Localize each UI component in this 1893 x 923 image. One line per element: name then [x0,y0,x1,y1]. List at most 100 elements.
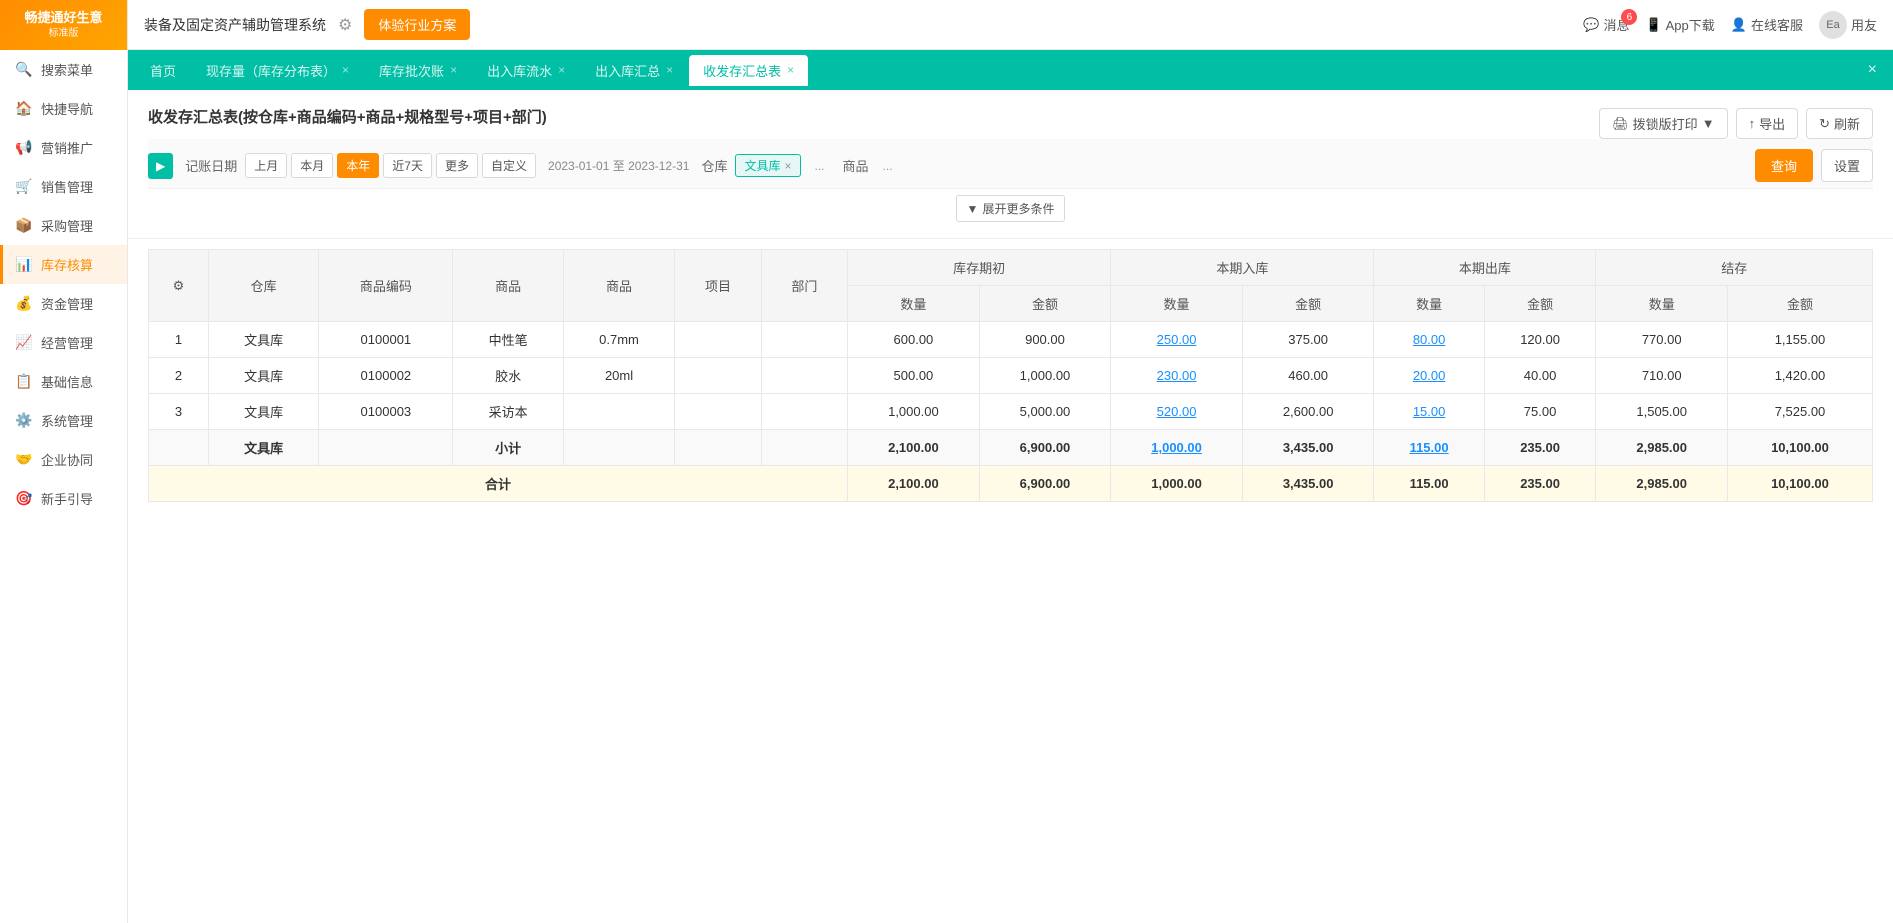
total-out-amt: 235.00 [1484,466,1596,502]
date-7days[interactable]: 近7天 [383,153,432,178]
system-title: 装备及固定资产辅助管理系统 [144,15,326,35]
settings-icon[interactable]: ⚙ [338,15,352,35]
sidebar-item-operations[interactable]: 📈 经营管理 [0,323,127,362]
tab-in-out-flow-close[interactable]: × [558,63,565,77]
user-item[interactable]: Ea 用友 [1819,11,1877,39]
notification-badge: 6 [1621,9,1637,25]
cell-in-qty[interactable]: 250.00 [1111,322,1243,358]
tab-in-out-summary[interactable]: 出入库汇总 × [581,55,687,86]
print-button[interactable]: 🖨 拨锁版打印 ▼ [1599,108,1727,139]
sidebar-logo: 畅捷通好生意 标准版 [0,0,127,50]
tab-close-all[interactable]: × [1860,57,1885,83]
table-row: 3 文具库 0100003 采访本 1,000.00 5,000.00 520.… [149,394,1873,430]
sidebar-label-enterprise: 企业协同 [41,450,93,469]
export-icon: ↑ [1749,116,1756,131]
cell-name: 胶水 [453,358,563,394]
sidebar-item-enterprise[interactable]: 🤝 企业协同 [0,440,127,479]
tab-in-out-flow[interactable]: 出入库流水 × [473,55,579,86]
cell-in-qty[interactable]: 1,000.00 [1111,430,1243,466]
date-range-display: 2023-01-01 至 2023-12-31 [548,157,689,174]
sidebar-item-quicknav[interactable]: 🏠 快捷导航 [0,89,127,128]
cell-out-qty[interactable]: 20.00 [1374,358,1484,394]
sidebar-item-marketing[interactable]: 📢 营销推广 [0,128,127,167]
tab-batch-label: 库存批次账 [379,61,444,80]
table-row: 文具库 小计 2,100.00 6,900.00 1,000.00 3,435.… [149,430,1873,466]
date-this-year[interactable]: 本年 [337,153,379,178]
col-in-group: 本期入库 [1111,250,1374,286]
sidebar-item-guide[interactable]: 🎯 新手引导 [0,479,127,518]
cell-out-qty[interactable]: 80.00 [1374,322,1484,358]
date-last-month[interactable]: 上月 [245,153,287,178]
cell-open-amt: 5,000.00 [979,394,1111,430]
table-wrap: ⚙ 仓库 商品编码 商品 商品 项目 部门 库存期初 本期入库 本期出库 结存 … [128,239,1893,522]
warehouse-tag-value: 文具库 [744,157,780,174]
sidebar-label-search: 搜索菜单 [41,60,93,79]
total-out-qty: 115.00 [1374,466,1484,502]
sidebar-item-search[interactable]: 🔍 搜索菜单 [0,50,127,89]
refresh-button[interactable]: ↻ 刷新 [1806,108,1873,139]
warehouse-more-btn[interactable]: ... [809,157,831,175]
service-icon: 👤 [1731,17,1747,33]
online-service-item[interactable]: 👤 在线客服 [1731,15,1803,34]
goods-more-btn[interactable]: ... [877,157,899,175]
finance-icon: 💰 [15,295,35,312]
export-button[interactable]: ↑ 导出 [1736,108,1799,139]
tab-collection-summary-label: 收发存汇总表 [703,61,781,80]
col-project-header: 项目 [675,250,761,322]
tab-inventory-dist-close[interactable]: × [342,63,349,77]
cell-code: 0100002 [319,358,453,394]
warehouse-tag-close[interactable]: × [784,159,791,173]
cell-out-qty[interactable]: 115.00 [1374,430,1484,466]
date-custom[interactable]: 自定义 [482,153,536,178]
filter-expand-arrow[interactable]: ▶ [148,153,173,179]
cell-warehouse: 文具库 [209,394,319,430]
data-table: ⚙ 仓库 商品编码 商品 商品 项目 部门 库存期初 本期入库 本期出库 结存 … [148,249,1873,502]
col-opening-qty: 数量 [848,286,980,322]
cell-out-qty[interactable]: 15.00 [1374,394,1484,430]
tab-in-out-summary-label: 出入库汇总 [595,61,660,80]
table-row: 1 文具库 0100001 中性笔 0.7mm 600.00 900.00 25… [149,322,1873,358]
tab-collection-summary[interactable]: 收发存汇总表 × [689,55,808,86]
date-more[interactable]: 更多 [436,153,478,178]
cell-project [675,322,761,358]
tab-batch-close[interactable]: × [450,63,457,77]
tab-batch[interactable]: 库存批次账 × [365,55,471,86]
sidebar-item-basic-info[interactable]: 📋 基础信息 [0,362,127,401]
enterprise-icon: 🤝 [15,451,35,468]
trial-button[interactable]: 体验行业方案 [364,9,470,40]
tab-collection-summary-close[interactable]: × [787,63,794,77]
col-dept-header: 部门 [761,250,847,322]
sidebar-item-finance[interactable]: 💰 资金管理 [0,284,127,323]
warehouse-tag[interactable]: 文具库 × [735,154,800,177]
cell-project [675,358,761,394]
sidebar-item-purchase[interactable]: 📦 采购管理 [0,206,127,245]
cell-warehouse: 文具库 [209,358,319,394]
expand-conditions-button[interactable]: ▼ 展开更多条件 [956,195,1066,222]
tab-home[interactable]: 首页 [136,55,190,86]
set-button[interactable]: 设置 [1821,149,1873,182]
cell-dept [761,394,847,430]
notification-item[interactable]: 💬 消息 6 [1583,15,1629,34]
col-in-qty: 数量 [1111,286,1243,322]
cell-warehouse: 文具库 [209,322,319,358]
cell-spec [563,394,675,430]
cell-name: 中性笔 [453,322,563,358]
cell-in-qty[interactable]: 230.00 [1111,358,1243,394]
refresh-icon: ↻ [1819,116,1830,132]
col-gear[interactable]: ⚙ [149,250,209,322]
page-header: 收发存汇总表(按仓库+商品编码+商品+规格型号+项目+部门) 🖨 拨锁版打印 ▼… [128,90,1893,239]
sidebar-item-sales[interactable]: 🛒 销售管理 [0,167,127,206]
cell-in-qty[interactable]: 520.00 [1111,394,1243,430]
sidebar-item-system[interactable]: ⚙️ 系统管理 [0,401,127,440]
date-this-month[interactable]: 本月 [291,153,333,178]
tab-inventory-dist[interactable]: 现存量（库存分布表） × [192,55,363,86]
cell-in-amt: 460.00 [1242,358,1374,394]
app-download-item[interactable]: 📱 App下载 [1645,15,1714,34]
warehouse-filter-section: 仓库 文具库 × ... [701,154,830,177]
cell-open-qty: 500.00 [848,358,980,394]
tab-in-out-summary-close[interactable]: × [666,63,673,77]
query-button[interactable]: 查询 [1755,149,1813,182]
sidebar-item-inventory[interactable]: 📊 库存核算 [0,245,127,284]
cell-spec: 20ml [563,358,675,394]
cell-name: 采访本 [453,394,563,430]
